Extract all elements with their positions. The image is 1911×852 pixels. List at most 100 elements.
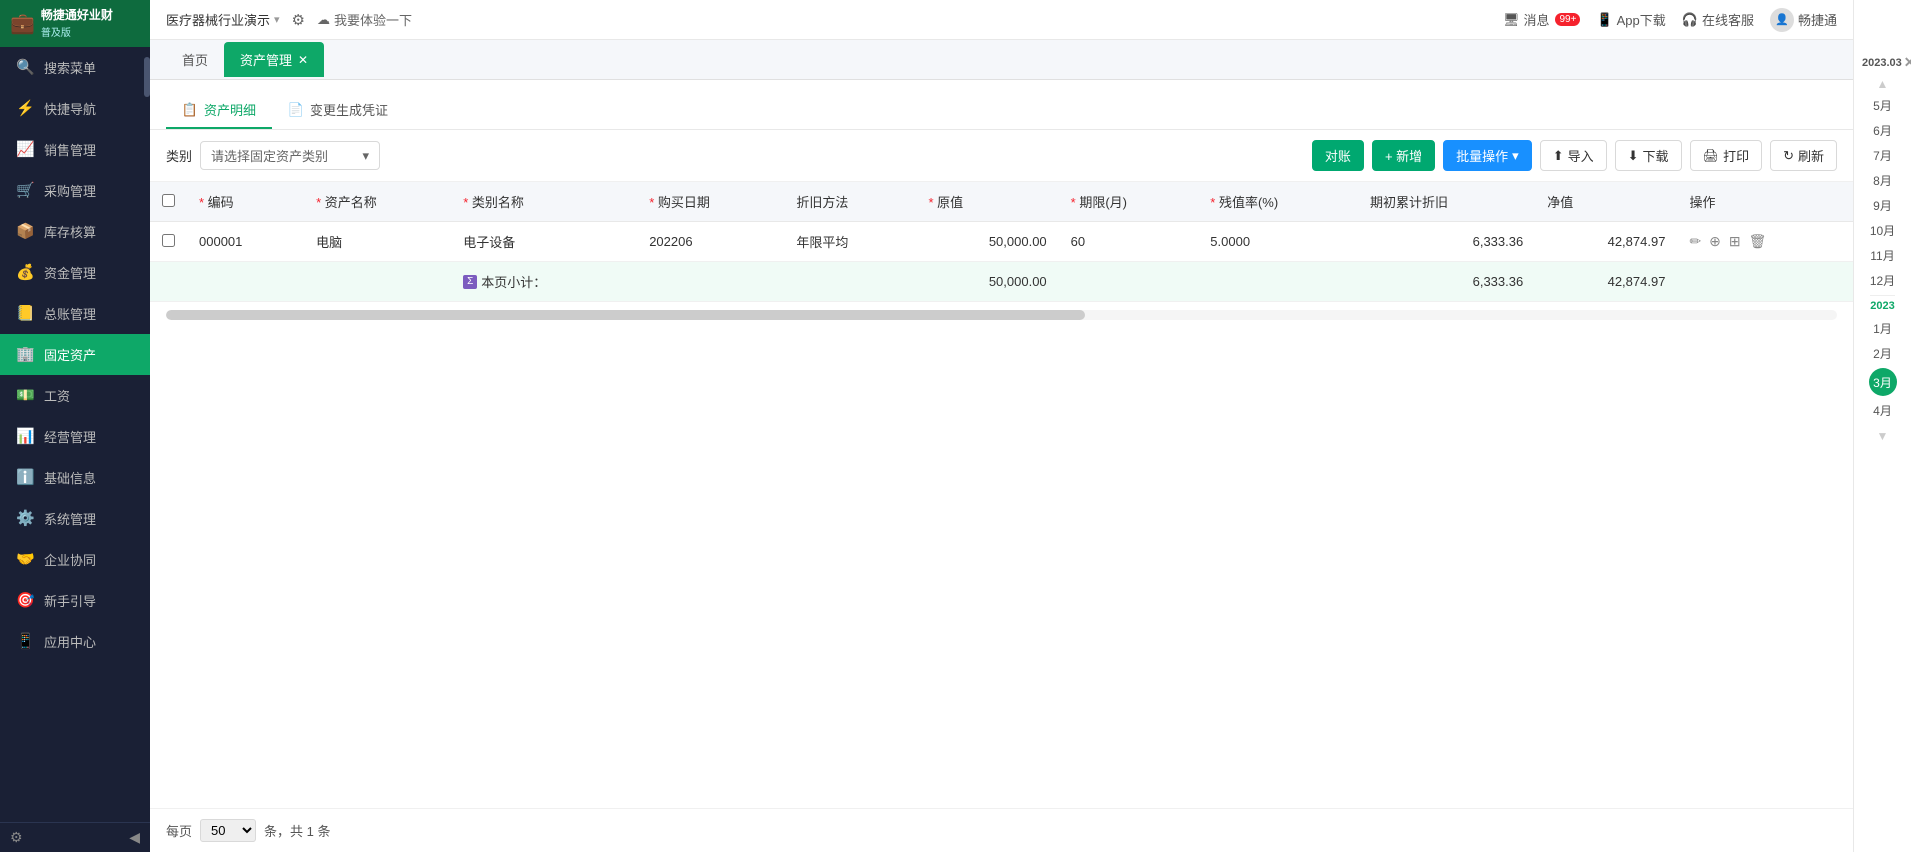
chevron-down-icon: ▾ (274, 13, 280, 26)
month-2[interactable]: 2月 (1854, 341, 1911, 366)
row-net-value: 42,874.97 (1535, 222, 1677, 262)
settings-icon[interactable]: ⚙ (10, 829, 23, 846)
edit-icon[interactable]: ✏ (1689, 233, 1701, 250)
print-button[interactable]: 🖨 打印 (1690, 140, 1763, 171)
sidebar-item-sales[interactable]: 📈 销售管理 (0, 129, 150, 170)
month-9[interactable]: 9月 (1854, 193, 1911, 218)
sidebar-item-guide[interactable]: 🎯 新手引导 (0, 580, 150, 621)
sidebar-item-search[interactable]: 🔍 搜索菜单 (0, 47, 150, 88)
import-button[interactable]: ⬆ 导入 (1540, 140, 1607, 171)
download-button[interactable]: ⬇ 下载 (1615, 140, 1682, 171)
copy-icon[interactable]: ⊕ (1709, 233, 1721, 250)
subtotal-label: Σ 本页小计： (463, 272, 625, 291)
tab-home[interactable]: 首页 (166, 42, 224, 77)
experience-label: 我要体验一下 (334, 10, 412, 29)
header-net-value: 净值 (1535, 182, 1677, 222)
company-selector[interactable]: 医疗器械行业演示 ▾ (166, 10, 280, 29)
logo-icon: 💼 (10, 11, 35, 36)
month-10[interactable]: 10月 (1854, 218, 1911, 243)
sidebar-item-label: 固定资产 (44, 345, 96, 364)
row-checkbox[interactable] (162, 234, 175, 247)
share-icon[interactable]: ⊞ (1729, 233, 1741, 250)
inner-tab-asset-detail[interactable]: 📋 资产明细 (166, 92, 272, 129)
close-tab-icon[interactable]: ✕ (298, 53, 308, 67)
sidebar-item-operations[interactable]: 📊 经营管理 (0, 416, 150, 457)
messages-button[interactable]: 🖥 消息 99+ (1503, 10, 1581, 29)
ledger-icon: 📒 (16, 304, 34, 322)
row-depreciation-method: 年限平均 (784, 222, 916, 262)
sidebar-item-inventory[interactable]: 📦 库存核算 (0, 211, 150, 252)
app-name: 畅捷通好业财 (41, 8, 113, 24)
delete-icon[interactable]: 🗑 (1749, 233, 1767, 250)
filter-placeholder: 请选择固定资产类别 (211, 146, 328, 165)
horizontal-scrollbar[interactable] (166, 310, 1837, 320)
refresh-button[interactable]: ↻ 刷新 (1770, 140, 1837, 171)
generate-voucher-icon: 📄 (288, 102, 304, 118)
sidebar-item-label: 采购管理 (44, 181, 96, 200)
month-1[interactable]: 1月 (1854, 316, 1911, 341)
sidebar-item-basic-info[interactable]: ℹ️ 基础信息 (0, 457, 150, 498)
asset-detail-icon: 📋 (182, 102, 198, 118)
cloud-icon: ☁ (317, 12, 330, 28)
subtotal-empty-period (1059, 262, 1199, 302)
sidebar-item-ledger[interactable]: 📒 总账管理 (0, 293, 150, 334)
inner-tabs: 📋 资产明细 📄 变更生成凭证 (150, 80, 1853, 130)
user-menu[interactable]: 👤 畅捷通 (1770, 8, 1837, 32)
subtotal-icon: Σ (463, 275, 477, 289)
month-12[interactable]: 12月 (1854, 268, 1911, 293)
import-icon: ⬆ (1553, 148, 1564, 164)
select-all-checkbox[interactable] (162, 194, 175, 207)
filter-label: 类别 (166, 146, 192, 165)
calendar-close-icon[interactable]: ✕ (1904, 54, 1911, 71)
sidebar-item-label: 快捷导航 (44, 99, 96, 118)
category-filter[interactable]: 请选择固定资产类别 ▾ (200, 141, 380, 170)
sidebar-item-app-center[interactable]: 📱 应用中心 (0, 621, 150, 662)
row-accumulated-depreciation: 6,333.36 (1358, 222, 1535, 262)
experience-button[interactable]: ☁ 我要体验一下 (317, 10, 412, 29)
app-download-button[interactable]: 📱 App下载 (1596, 10, 1665, 29)
sidebar-item-purchase[interactable]: 🛒 采购管理 (0, 170, 150, 211)
sidebar-item-payroll[interactable]: 💵 工资 (0, 375, 150, 416)
collapse-sidebar-icon[interactable]: ◀ (129, 829, 140, 846)
print-label: 打印 (1723, 146, 1749, 165)
batch-label: 批量操作 (1456, 146, 1508, 165)
side-calendar-panel: 2023.03 ✕ ⤢ ▲ 5月 6月 7月 8月 9月 10月 11月 12月… (1853, 0, 1911, 852)
batch-button[interactable]: 批量操作 ▾ (1443, 140, 1532, 171)
subtotal-accumulated: 6,333.36 (1358, 262, 1535, 302)
sidebar-item-label: 应用中心 (44, 632, 96, 651)
month-11[interactable]: 11月 (1854, 243, 1911, 268)
per-page-select[interactable]: 50 10 20 100 (200, 819, 256, 842)
sidebar-item-quick-nav[interactable]: ⚡ 快捷导航 (0, 88, 150, 129)
download-arrow-icon: ⬇ (1628, 148, 1639, 164)
subtotal-text: 本页小计： (481, 272, 546, 291)
sidebar-item-fund[interactable]: 💰 资金管理 (0, 252, 150, 293)
topbar-gear-icon[interactable]: ⚙ (292, 11, 305, 29)
money-icon: 💰 (16, 263, 34, 281)
row-category: 电子设备 (451, 222, 637, 262)
tab-asset-management[interactable]: 资产管理 ✕ (224, 42, 324, 77)
scroll-down-icon[interactable]: ▼ (1877, 427, 1889, 445)
month-4[interactable]: 4月 (1854, 398, 1911, 423)
customer-service-label: 在线客服 (1702, 10, 1754, 29)
table-row: 000001 电脑 电子设备 202206 年限平均 50,000.00 60 … (150, 222, 1853, 262)
sidebar-scroll: 🔍 搜索菜单 ⚡ 快捷导航 📈 销售管理 🛒 采购管理 📦 库存核算 💰 资金管… (0, 47, 150, 822)
month-3-active[interactable]: 3月 (1869, 368, 1897, 396)
sidebar-item-fixed-assets[interactable]: 🏢 固定资产 (0, 334, 150, 375)
filter-area: 类别 请选择固定资产类别 ▾ (166, 141, 380, 170)
month-8[interactable]: 8月 (1854, 168, 1911, 193)
subtotal-empty-name (304, 262, 451, 302)
sidebar-item-system[interactable]: ⚙️ 系统管理 (0, 498, 150, 539)
customer-service-button[interactable]: 🎧 在线客服 (1682, 10, 1754, 29)
sidebar-footer: ⚙ ◀ (0, 822, 150, 852)
duizhang-button[interactable]: 对账 (1312, 140, 1364, 171)
inner-tab-generate-voucher[interactable]: 📄 变更生成凭证 (272, 92, 404, 129)
lightning-icon: ⚡ (16, 99, 34, 117)
month-5[interactable]: 5月 (1854, 93, 1911, 118)
scroll-up-icon[interactable]: ▲ (1877, 75, 1889, 93)
month-6[interactable]: 6月 (1854, 118, 1911, 143)
building-icon: 🏢 (16, 345, 34, 363)
month-7[interactable]: 7月 (1854, 143, 1911, 168)
new-button[interactable]: + 新增 (1372, 140, 1435, 171)
sidebar-item-cooperation[interactable]: 🤝 企业协同 (0, 539, 150, 580)
guide-icon: 🎯 (16, 591, 34, 609)
